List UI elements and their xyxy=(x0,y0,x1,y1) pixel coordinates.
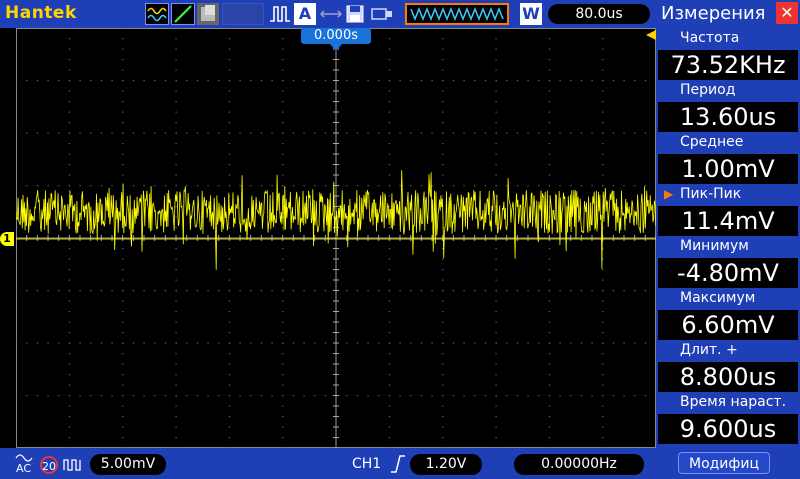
measurement-value-rise-time[interactable]: 9.600us xyxy=(658,414,798,444)
measurements-panel: Измерения ✕ Частота 73.52KHz Период 13.6… xyxy=(656,0,800,479)
trigger-position-marker[interactable]: 0.000s xyxy=(301,28,371,44)
measurement-value-period[interactable]: 13.60us xyxy=(658,102,798,132)
measurement-label-peak-to-peak: Пик-Пик xyxy=(664,184,741,204)
trigger-level-arrow-icon xyxy=(646,30,656,40)
persistence-icon[interactable] xyxy=(197,3,219,25)
window-mode-button[interactable]: W xyxy=(520,3,542,25)
display-mode-wave-icon[interactable] xyxy=(145,3,169,25)
channel1-ground-marker[interactable]: 1 xyxy=(0,232,14,246)
volts-per-div-readout[interactable]: 5.00mV xyxy=(90,454,166,475)
measurement-label-minimum: Минимум xyxy=(680,238,749,254)
memory-position-bar[interactable] xyxy=(405,3,509,25)
measurement-value-maximum[interactable]: 6.60mV xyxy=(658,310,798,340)
auto-mode-icon[interactable]: A xyxy=(294,3,316,25)
bottom-status-bar: AC 20 5.00mV CH1 1.20V 0.00000Hz xyxy=(0,448,656,479)
trigger-edge-icon[interactable] xyxy=(268,3,292,25)
coupling-label: AC xyxy=(16,462,32,475)
frequency-counter-readout: 0.00000Hz xyxy=(514,454,644,475)
measurement-label-mean: Среднее xyxy=(680,134,744,150)
panel-header: Измерения ✕ xyxy=(656,0,800,28)
waveform-display[interactable]: 0.000s xyxy=(16,28,656,448)
invert-icon[interactable] xyxy=(62,456,84,474)
measurement-label-positive-width: Длит. + xyxy=(680,342,738,358)
measurement-value-frequency[interactable]: 73.52KHz xyxy=(658,50,798,80)
panel-title: Измерения xyxy=(661,3,766,24)
save-icon[interactable] xyxy=(344,3,366,25)
top-toolbar: Hantek A W 80.0us xyxy=(0,0,656,28)
bandwidth-limit-label: 20 xyxy=(42,460,56,473)
cursor-arrows-icon[interactable] xyxy=(320,3,342,25)
measurement-value-minimum[interactable]: -4.80mV xyxy=(658,258,798,288)
trigger-level-readout[interactable]: 1.20V xyxy=(410,454,482,475)
trigger-channel-label: CH1 xyxy=(352,456,382,472)
measurement-label-frequency: Частота xyxy=(680,30,740,46)
measurement-value-peak-to-peak[interactable]: 11.4mV xyxy=(658,206,798,236)
blank-slot xyxy=(222,3,264,25)
brand-logo: Hantek xyxy=(5,3,77,23)
measurement-label-maximum: Максимум xyxy=(680,290,756,306)
measurement-value-positive-width[interactable]: 8.800us xyxy=(658,362,798,392)
modify-button[interactable]: Модифиц xyxy=(678,452,770,474)
measurement-label-period: Период xyxy=(680,82,736,98)
trigger-position-label: 0.000s xyxy=(314,28,358,43)
bandwidth-limit-icon[interactable]: 20 xyxy=(40,456,58,474)
graticule xyxy=(16,28,656,448)
channel1-ground-label: 1 xyxy=(3,232,11,245)
measurement-value-mean[interactable]: 1.00mV xyxy=(658,154,798,184)
vectors-icon[interactable] xyxy=(171,3,195,25)
timebase-readout[interactable]: 80.0us xyxy=(548,4,650,24)
ac-coupling-icon[interactable]: AC xyxy=(14,452,36,476)
trigger-position-arrow-icon xyxy=(330,44,342,51)
usb-icon[interactable] xyxy=(370,3,396,25)
trigger-rising-edge-icon[interactable] xyxy=(390,454,406,474)
close-icon[interactable]: ✕ xyxy=(776,2,798,24)
measurement-label-rise-time: Время нараст. xyxy=(680,394,787,410)
